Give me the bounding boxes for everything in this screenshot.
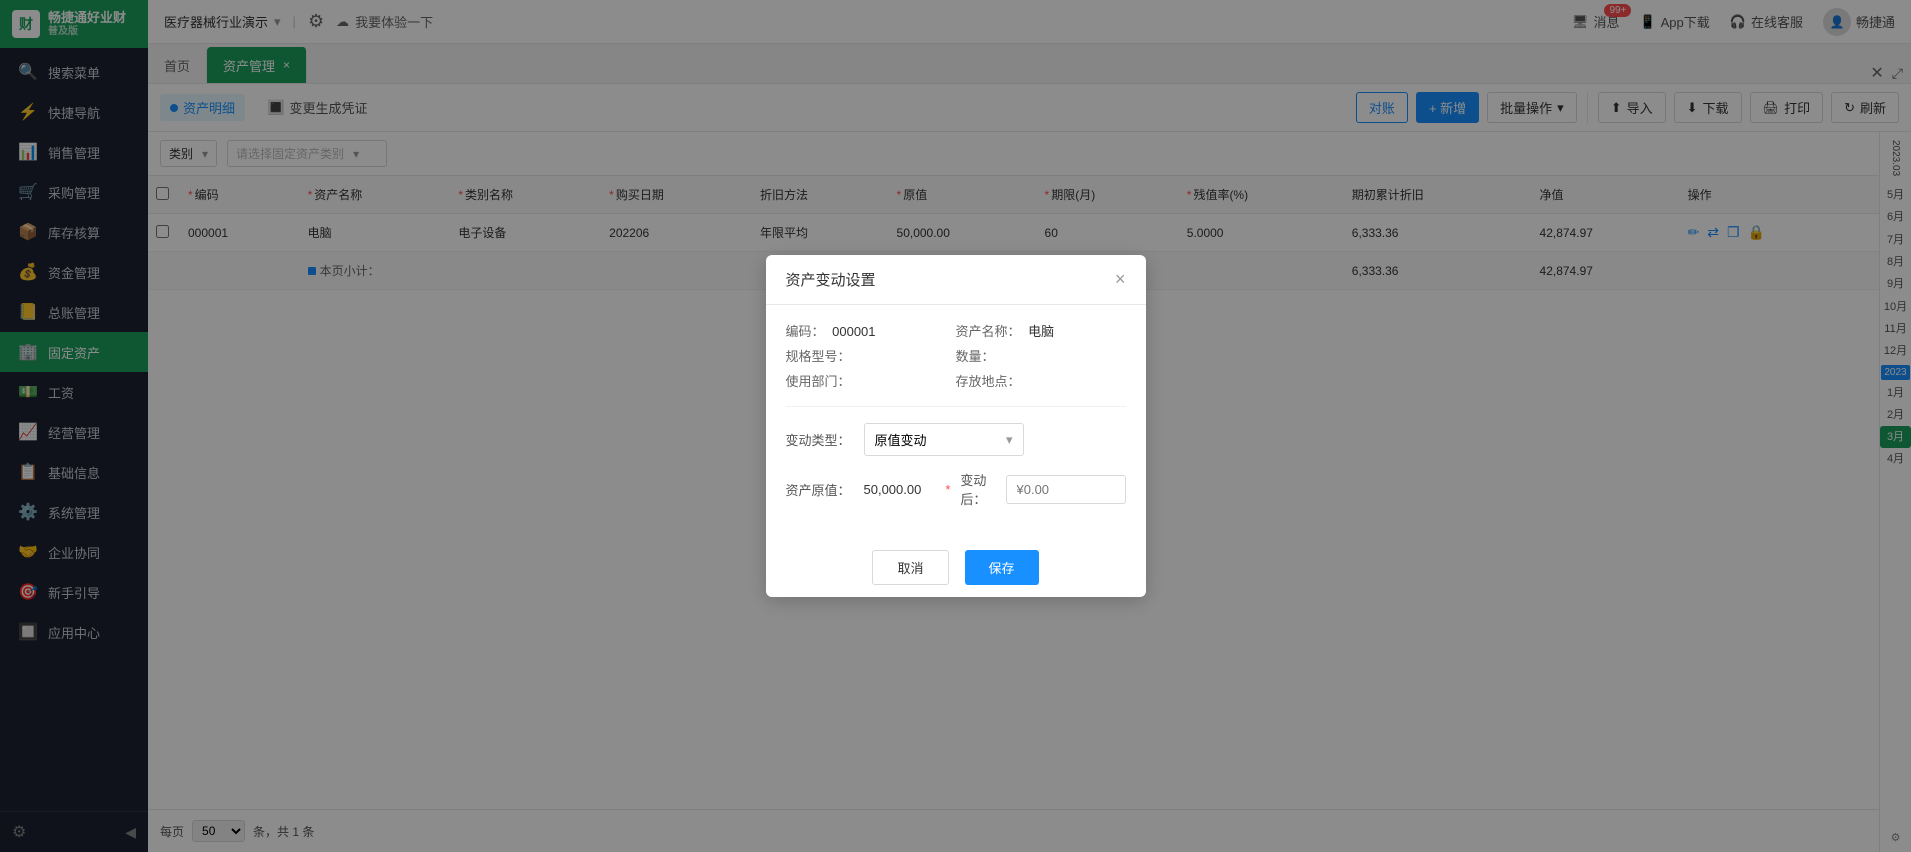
modal-header: 资产变动设置 × xyxy=(766,255,1146,305)
asset-value-row: 资产原值： 50,000.00 * 变动后： xyxy=(786,470,1126,508)
modal-overlay: 资产变动设置 × 编码： 000001 资产名称： 电脑 规格型号： 数量： xyxy=(0,0,1911,852)
cancel-btn[interactable]: 取消 xyxy=(872,550,948,585)
change-type-value: 原值变动 xyxy=(875,430,927,449)
after-change-input[interactable] xyxy=(1006,475,1126,504)
asset-change-modal: 资产变动设置 × 编码： 000001 资产名称： 电脑 规格型号： 数量： xyxy=(766,255,1146,597)
change-type-label: 变动类型： xyxy=(786,430,856,449)
modal-title: 资产变动设置 xyxy=(786,269,876,290)
info-location: 存放地点： xyxy=(956,371,1126,390)
info-code: 编码： 000001 xyxy=(786,321,956,340)
asset-value-label: 资产原值： xyxy=(786,480,856,499)
modal-close-btn[interactable]: × xyxy=(1115,269,1126,290)
info-asset-name: 资产名称： 电脑 xyxy=(956,321,1126,340)
info-spec: 规格型号： xyxy=(786,346,956,365)
modal-info-grid: 编码： 000001 资产名称： 电脑 规格型号： 数量： 使用部门： xyxy=(786,321,1126,407)
change-type-arrow: ▾ xyxy=(1006,432,1013,448)
modal-body: 编码： 000001 资产名称： 电脑 规格型号： 数量： 使用部门： xyxy=(766,305,1146,538)
change-type-row: 变动类型： 原值变动 ▾ xyxy=(786,423,1126,456)
modal-footer: 取消 保存 xyxy=(766,538,1146,597)
info-qty: 数量： xyxy=(956,346,1126,365)
change-type-select[interactable]: 原值变动 ▾ xyxy=(864,423,1024,456)
after-change-label: 变动后： xyxy=(960,470,991,508)
info-dept: 使用部门： xyxy=(786,371,956,390)
save-btn[interactable]: 保存 xyxy=(965,550,1039,585)
asset-value-display: 50,000.00 xyxy=(864,482,922,497)
